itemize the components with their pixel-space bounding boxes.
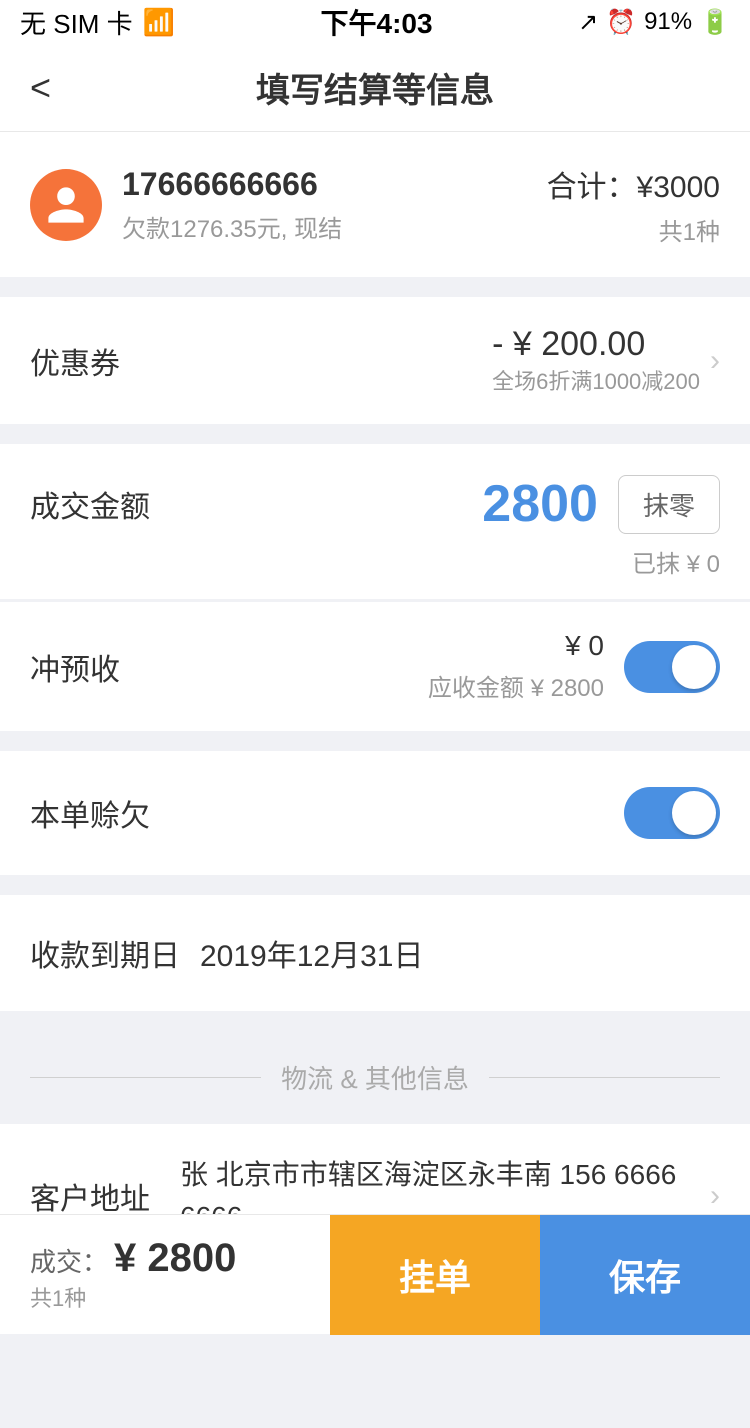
round-button[interactable]: 抹零 bbox=[618, 475, 720, 534]
flush-row: 冲预收 ¥ 0 应收金额 ¥ 2800 bbox=[0, 602, 750, 731]
customer-phone: 17666666666 bbox=[122, 166, 342, 203]
status-right: ↗ ⏰ 91% 🔋 bbox=[578, 8, 730, 37]
avatar bbox=[30, 169, 102, 241]
customer-row: 17666666666 欠款1276.35元, 现结 合计：¥3000 共1种 bbox=[30, 162, 720, 247]
due-date-label: 收款到期日 bbox=[30, 931, 180, 975]
back-button[interactable]: < bbox=[30, 67, 51, 109]
header-line-left bbox=[30, 1077, 261, 1078]
coupon-detail: 全场6折满1000减200 bbox=[492, 364, 700, 396]
due-date-value: 2019年12月31日 bbox=[200, 931, 423, 975]
flush-label: 冲预收 bbox=[30, 645, 120, 689]
transaction-section: 成交金额 2800 抹零 已抹 ¥ 0 bbox=[0, 444, 750, 599]
total-amount: 合计：¥3000 bbox=[547, 162, 720, 206]
location-icon: ↗ bbox=[578, 8, 598, 37]
save-button[interactable]: 保存 bbox=[540, 1215, 750, 1335]
avatar-icon bbox=[44, 183, 88, 227]
flush-receivable: 应收金额 ¥ 2800 bbox=[428, 668, 604, 703]
bottom-bar: 成交： ¥ 2800 共1种 挂单 保存 bbox=[0, 1214, 750, 1334]
coupon-chevron-icon: › bbox=[710, 344, 720, 378]
coupon-row[interactable]: 优惠券 - ¥ 200.00 全场6折满1000减200 › bbox=[0, 297, 750, 424]
logistics-label: 物流 & 其他信息 bbox=[261, 1059, 489, 1096]
coupon-right: - ¥ 200.00 全场6折满1000减200 › bbox=[492, 325, 720, 396]
bottom-total-count: 共1种 bbox=[30, 1281, 330, 1313]
this-order-toggle[interactable] bbox=[624, 787, 720, 839]
customer-info: 17666666666 欠款1276.35元, 现结 bbox=[122, 166, 342, 244]
address-label: 客户地址 bbox=[30, 1174, 150, 1218]
alarm-icon: ⏰ bbox=[606, 8, 636, 37]
page-title: 填写结算等信息 bbox=[256, 63, 494, 112]
customer-sub: 欠款1276.35元, 现结 bbox=[122, 209, 342, 244]
header-line-right bbox=[489, 1077, 720, 1078]
bottom-total-amount: ¥ 2800 bbox=[114, 1236, 236, 1281]
transaction-label: 成交金额 bbox=[30, 482, 150, 526]
status-left: 无 SIM 卡 📶 bbox=[20, 4, 175, 41]
address-chevron-icon: › bbox=[710, 1179, 720, 1213]
transaction-amount: 2800 bbox=[482, 474, 598, 534]
transaction-right: 2800 抹零 bbox=[482, 474, 720, 534]
due-date-section: 收款到期日 2019年12月31日 bbox=[0, 895, 750, 1011]
total-count: 共1种 bbox=[547, 212, 720, 247]
page-header: < 填写结算等信息 bbox=[0, 44, 750, 132]
logistics-header: 物流 & 其他信息 bbox=[0, 1031, 750, 1124]
hang-button[interactable]: 挂单 bbox=[330, 1215, 540, 1335]
customer-card: 17666666666 欠款1276.35元, 现结 合计：¥3000 共1种 bbox=[0, 132, 750, 277]
flush-toggle[interactable] bbox=[624, 641, 720, 693]
customer-right: 合计：¥3000 共1种 bbox=[547, 162, 720, 247]
transaction-row: 成交金额 2800 抹零 bbox=[0, 444, 750, 544]
bottom-total-label: 成交： bbox=[30, 1242, 108, 1279]
customer-left: 17666666666 欠款1276.35元, 现结 bbox=[30, 166, 342, 244]
this-order-section: 本单赊欠 bbox=[0, 751, 750, 875]
wifi-icon: 📶 bbox=[143, 7, 175, 38]
this-order-label: 本单赊欠 bbox=[30, 791, 150, 835]
transaction-sub: 已抹 ¥ 0 bbox=[0, 544, 750, 599]
flush-right: ¥ 0 应收金额 ¥ 2800 bbox=[428, 630, 604, 703]
carrier-label: 无 SIM 卡 bbox=[20, 4, 133, 41]
bottom-total: 成交： ¥ 2800 共1种 bbox=[0, 1236, 330, 1313]
battery-label: 91% bbox=[644, 8, 692, 36]
coupon-label: 优惠券 bbox=[30, 339, 120, 383]
status-time: 下午4:03 bbox=[321, 2, 433, 42]
coupon-section: 优惠券 - ¥ 200.00 全场6折满1000减200 › bbox=[0, 297, 750, 424]
flush-section: 冲预收 ¥ 0 应收金额 ¥ 2800 bbox=[0, 601, 750, 731]
coupon-discount: - ¥ 200.00 bbox=[492, 325, 700, 364]
battery-icon: 🔋 bbox=[700, 8, 730, 37]
status-bar: 无 SIM 卡 📶 下午4:03 ↗ ⏰ 91% 🔋 bbox=[0, 0, 750, 44]
flush-amount: ¥ 0 bbox=[565, 630, 604, 662]
